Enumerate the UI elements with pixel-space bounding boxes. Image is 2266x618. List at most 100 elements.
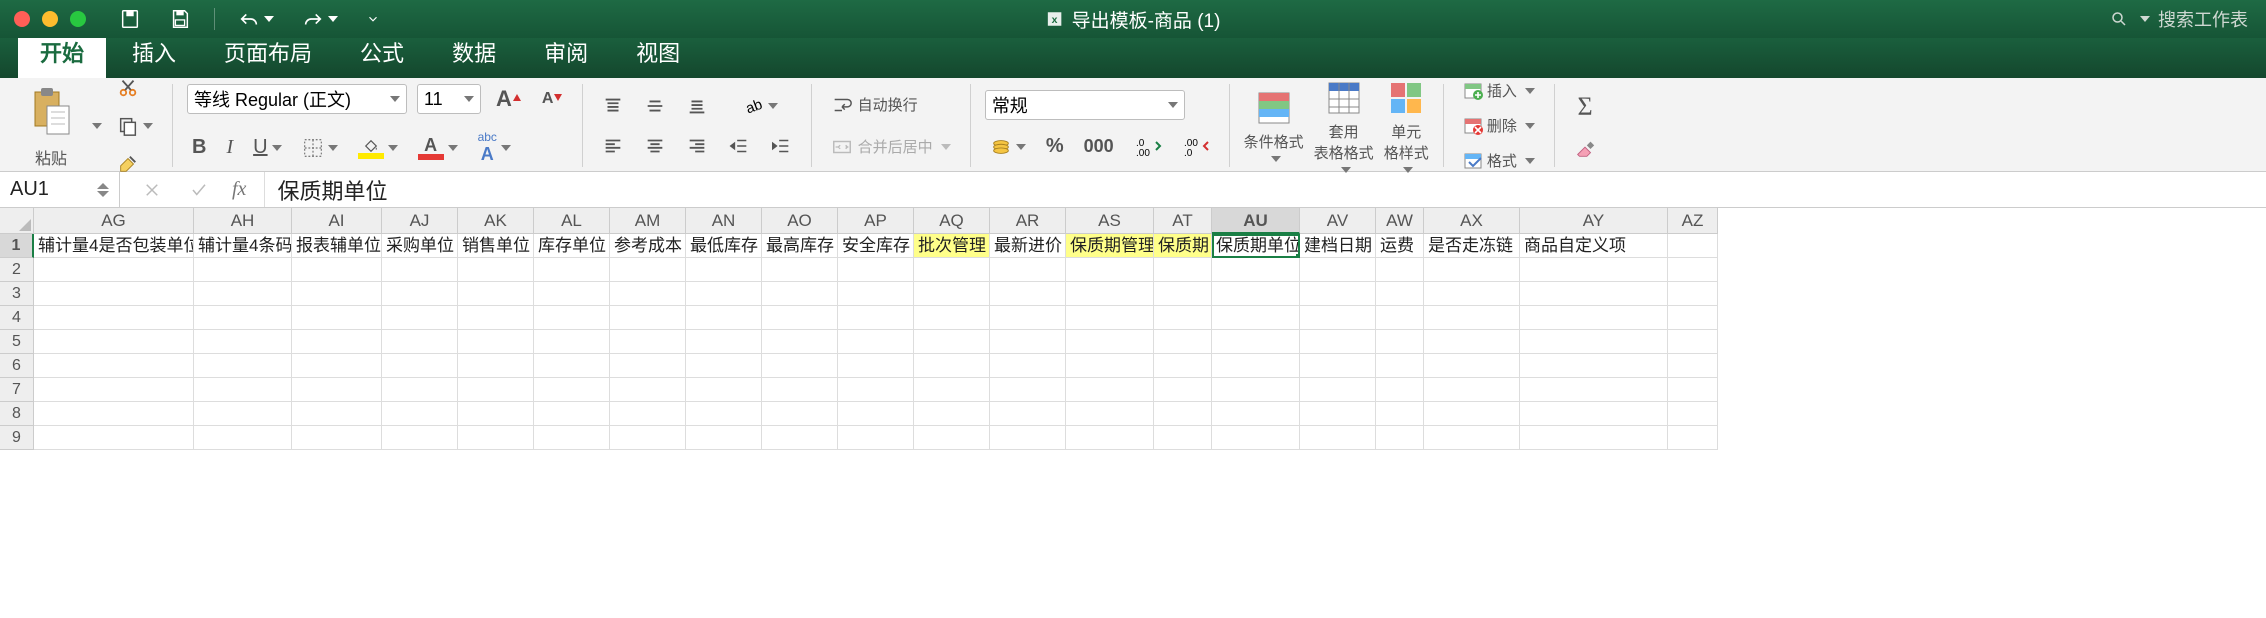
cell-AW3[interactable] [1376, 282, 1424, 306]
cell-AN5[interactable] [686, 330, 762, 354]
cell-AQ6[interactable] [914, 354, 990, 378]
cell-AU9[interactable] [1212, 426, 1300, 450]
clear-button[interactable] [1569, 135, 1601, 163]
cell-AW5[interactable] [1376, 330, 1424, 354]
cell-AT7[interactable] [1154, 378, 1212, 402]
cell-AR3[interactable] [990, 282, 1066, 306]
cell-AV7[interactable] [1300, 378, 1376, 402]
cell-AV6[interactable] [1300, 354, 1376, 378]
cell-AY9[interactable] [1520, 426, 1668, 450]
cell-AT2[interactable] [1154, 258, 1212, 282]
autosum-button[interactable]: Σ [1572, 89, 1597, 125]
cell-AX3[interactable] [1424, 282, 1520, 306]
cancel-edit-button[interactable] [138, 178, 166, 202]
cell-AU6[interactable] [1212, 354, 1300, 378]
cell-AY1[interactable]: 商品自定义项 [1520, 234, 1668, 258]
borders-button[interactable] [297, 134, 343, 162]
cell-AS8[interactable] [1066, 402, 1154, 426]
cell-AK5[interactable] [458, 330, 534, 354]
cell-AL2[interactable] [534, 258, 610, 282]
cell-AG9[interactable] [34, 426, 194, 450]
row-header-2[interactable]: 2 [0, 258, 34, 282]
cell-AU3[interactable] [1212, 282, 1300, 306]
cell-AK7[interactable] [458, 378, 534, 402]
cell-AH1[interactable]: 辅计量4条码 [194, 234, 292, 258]
cell-AM3[interactable] [610, 282, 686, 306]
cell-AG4[interactable] [34, 306, 194, 330]
column-header-AM[interactable]: AM [610, 208, 686, 234]
paste-button[interactable] [24, 83, 78, 141]
align-center-button[interactable] [639, 132, 671, 160]
decrease-font-button[interactable]: A [537, 87, 569, 111]
cell-AJ4[interactable] [382, 306, 458, 330]
cell-AS1[interactable]: 保质期管理 [1066, 234, 1154, 258]
cell-AY6[interactable] [1520, 354, 1668, 378]
cell-AS5[interactable] [1066, 330, 1154, 354]
cell-AI9[interactable] [292, 426, 382, 450]
cell-AH7[interactable] [194, 378, 292, 402]
cell-AS6[interactable] [1066, 354, 1154, 378]
number-format-combo[interactable] [985, 90, 1185, 120]
cells-area[interactable]: 辅计量4是否包装单位辅计量4条码报表辅单位采购单位销售单位库存单位参考成本最低库… [34, 234, 2266, 450]
number-format-input[interactable] [992, 95, 1164, 116]
column-header-AO[interactable]: AO [762, 208, 838, 234]
cell-AY7[interactable] [1520, 378, 1668, 402]
cell-AV3[interactable] [1300, 282, 1376, 306]
column-header-AR[interactable]: AR [990, 208, 1066, 234]
cell-AK1[interactable]: 销售单位 [458, 234, 534, 258]
cell-AO2[interactable] [762, 258, 838, 282]
paste-dropdown[interactable] [92, 123, 102, 129]
cell-AL8[interactable] [534, 402, 610, 426]
column-header-AS[interactable]: AS [1066, 208, 1154, 234]
cell-AK4[interactable] [458, 306, 534, 330]
currency-button[interactable] [985, 133, 1031, 161]
increase-font-button[interactable]: A [491, 83, 527, 115]
cell-AW4[interactable] [1376, 306, 1424, 330]
cell-AT6[interactable] [1154, 354, 1212, 378]
row-header-8[interactable]: 8 [0, 402, 34, 426]
minimize-window-button[interactable] [42, 11, 58, 27]
cell-AZ5[interactable] [1668, 330, 1718, 354]
cell-AP6[interactable] [838, 354, 914, 378]
font-name-input[interactable] [194, 89, 386, 110]
cell-AL4[interactable] [534, 306, 610, 330]
select-all-corner[interactable] [0, 208, 34, 234]
align-left-button[interactable] [597, 132, 629, 160]
cell-AZ7[interactable] [1668, 378, 1718, 402]
cell-AZ6[interactable] [1668, 354, 1718, 378]
cell-AP2[interactable] [838, 258, 914, 282]
font-size-combo[interactable] [417, 84, 481, 114]
cell-AJ7[interactable] [382, 378, 458, 402]
cell-AZ1[interactable] [1668, 234, 1718, 258]
cell-AJ5[interactable] [382, 330, 458, 354]
underline-button[interactable]: U [248, 133, 286, 162]
column-header-AH[interactable]: AH [194, 208, 292, 234]
cell-AM7[interactable] [610, 378, 686, 402]
cell-AG1[interactable]: 辅计量4是否包装单位 [34, 234, 194, 258]
cell-AM5[interactable] [610, 330, 686, 354]
search-box[interactable]: 搜索工作表 [2110, 6, 2248, 32]
cell-AJ8[interactable] [382, 402, 458, 426]
cell-AX7[interactable] [1424, 378, 1520, 402]
cell-AI4[interactable] [292, 306, 382, 330]
italic-button[interactable]: I [221, 133, 238, 162]
comma-button[interactable]: 000 [1079, 133, 1119, 160]
row-header-4[interactable]: 4 [0, 306, 34, 330]
cell-AM1[interactable]: 参考成本 [610, 234, 686, 258]
column-header-AW[interactable]: AW [1376, 208, 1424, 234]
cell-AW1[interactable]: 运费 [1376, 234, 1424, 258]
row-header-7[interactable]: 7 [0, 378, 34, 402]
cell-AY4[interactable] [1520, 306, 1668, 330]
cell-AM9[interactable] [610, 426, 686, 450]
cell-AO8[interactable] [762, 402, 838, 426]
cell-AQ1[interactable]: 批次管理 [914, 234, 990, 258]
align-top-button[interactable] [597, 92, 629, 120]
cell-AY5[interactable] [1520, 330, 1668, 354]
cell-AN9[interactable] [686, 426, 762, 450]
cell-AL7[interactable] [534, 378, 610, 402]
cell-AG7[interactable] [34, 378, 194, 402]
cell-AK8[interactable] [458, 402, 534, 426]
cell-AL6[interactable] [534, 354, 610, 378]
cell-AR2[interactable] [990, 258, 1066, 282]
cell-AH6[interactable] [194, 354, 292, 378]
